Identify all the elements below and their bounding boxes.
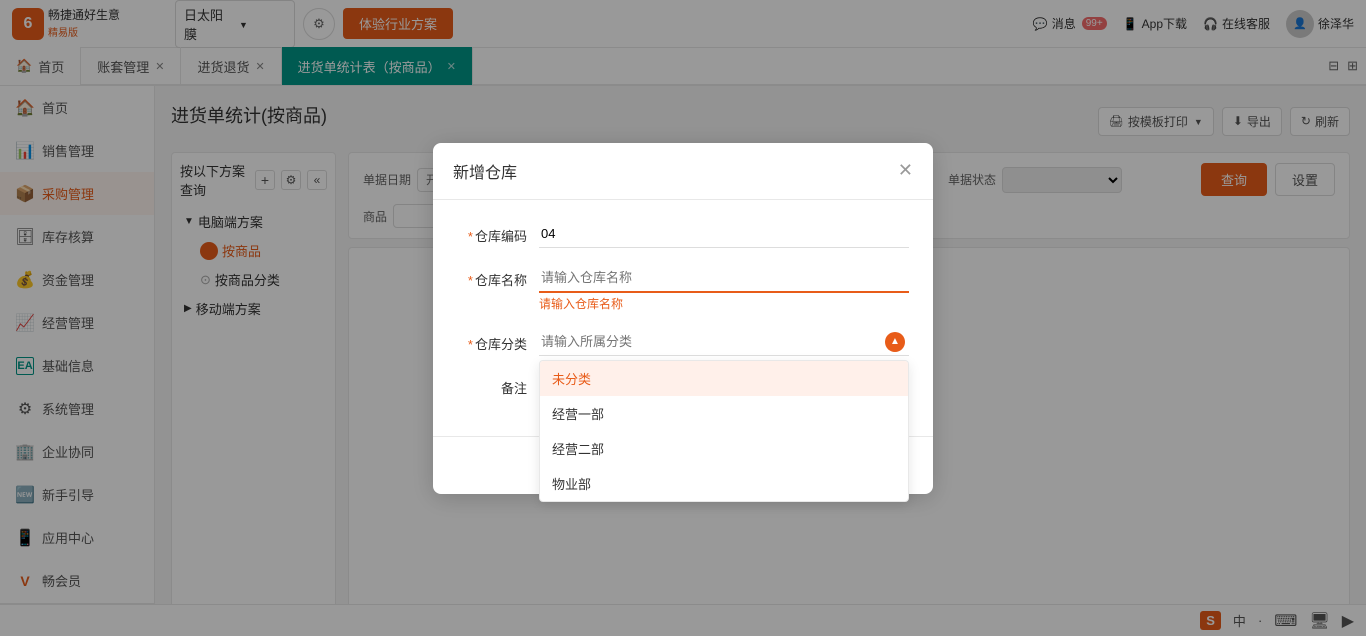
category-label: 仓库分类 <box>457 328 527 353</box>
dropdown-item-unclassified[interactable]: 未分类 <box>540 361 908 396</box>
dropdown-item-dept2[interactable]: 经营二部 <box>540 431 908 466</box>
category-input[interactable] <box>539 328 909 356</box>
name-error-msg: 请输入仓库名称 <box>539 295 909 312</box>
form-row-name: 仓库名称 请输入仓库名称 <box>457 264 909 312</box>
dialog-body: 仓库编码 仓库名称 请输入仓库名称 仓库分类 ▲ <box>433 200 933 436</box>
dialog-close-button[interactable]: ✕ <box>898 160 913 181</box>
dropdown-item-dept1[interactable]: 经营一部 <box>540 396 908 431</box>
warehouse-name-input[interactable] <box>539 264 909 293</box>
category-dropdown: 未分类 经营一部 经营二部 物业部 <box>539 360 909 502</box>
form-row-code: 仓库编码 <box>457 220 909 248</box>
category-arrow-icon[interactable]: ▲ <box>885 332 905 352</box>
dropdown-item-dept3[interactable]: 物业部 <box>540 466 908 501</box>
new-warehouse-dialog: 新增仓库 ✕ 仓库编码 仓库名称 请输入仓库名称 仓库分类 <box>433 143 933 494</box>
category-select-wrap: ▲ 未分类 经营一部 经营二部 物业部 <box>539 328 909 356</box>
warehouse-code-input[interactable] <box>539 220 909 248</box>
note-label: 备注 <box>457 372 527 397</box>
form-row-category: 仓库分类 ▲ 未分类 经营一部 经营二部 物业部 <box>457 328 909 356</box>
dialog-overlay: 新增仓库 ✕ 仓库编码 仓库名称 请输入仓库名称 仓库分类 <box>0 0 1366 636</box>
code-label: 仓库编码 <box>457 220 527 245</box>
name-label: 仓库名称 <box>457 264 527 289</box>
dialog-title: 新增仓库 <box>453 159 517 183</box>
dialog-header: 新增仓库 ✕ <box>433 143 933 200</box>
